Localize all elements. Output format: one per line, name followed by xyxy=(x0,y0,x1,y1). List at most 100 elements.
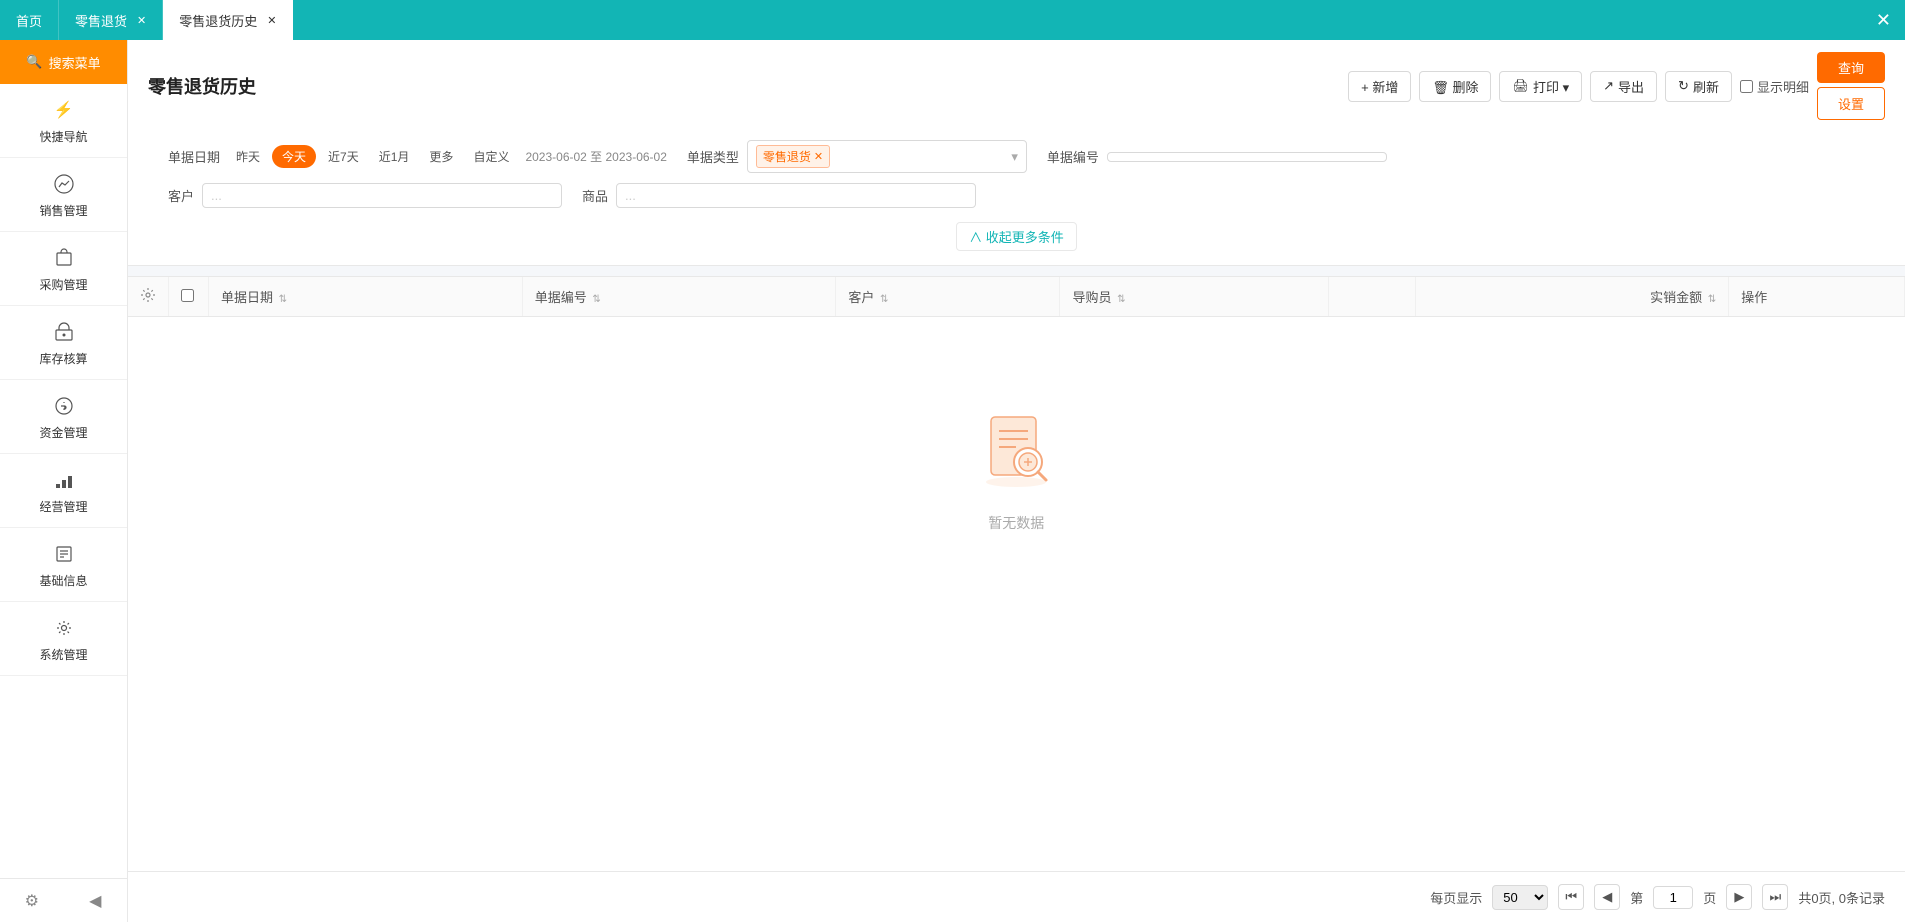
page-first-btn[interactable]: ⏮ xyxy=(1558,884,1584,910)
tab-retail-return-history-close[interactable]: ✕ xyxy=(267,14,276,27)
yesterday-btn[interactable]: 昨天 xyxy=(228,145,268,168)
th-guide[interactable]: 导购员 ⇅ xyxy=(1060,277,1329,317)
sidebar-item-sales[interactable]: 销售管理 xyxy=(0,158,127,232)
show-detail-checkbox[interactable]: 显示明细 xyxy=(1740,77,1809,96)
sidebar-settings-btn[interactable]: ⚙ xyxy=(0,879,64,922)
tab-retail-return-close[interactable]: ✕ xyxy=(137,14,146,27)
sidebar: 🔍 搜索菜单 ⚡ 快捷导航 销售管理 采购管理 库存核算 xyxy=(0,40,128,922)
collapse-filter-btn[interactable]: ∧ 收起更多条件 xyxy=(956,222,1077,251)
doc-type-tag-close[interactable]: ✕ xyxy=(814,150,823,163)
sidebar-item-basic-info[interactable]: 基础信息 xyxy=(0,528,127,602)
sidebar-item-sales-label: 销售管理 xyxy=(39,202,87,219)
th-spacer xyxy=(1329,277,1415,317)
th-guide-label: 导购员 xyxy=(1072,290,1111,305)
delete-btn[interactable]: 🗑 删除 xyxy=(1419,71,1491,102)
gear-icon: ⚙ xyxy=(25,891,39,911)
setting-btn[interactable]: 设置 xyxy=(1817,87,1885,120)
collapse-row: ∧ 收起更多条件 xyxy=(168,218,1865,255)
doc-no-filter-group: 单据编号 xyxy=(1047,147,1387,166)
page-title-row: 零售退货历史 + 新增 🗑 删除 🖨 🖨 打印 打印 ▾ ↗ 导出 ↻ xyxy=(148,52,1885,120)
customer-filter-group: 客户 ... xyxy=(168,183,562,208)
last7-btn[interactable]: 近7天 xyxy=(320,145,367,168)
th-checkbox[interactable] xyxy=(169,277,209,317)
customer-label: 客户 xyxy=(168,186,194,205)
top-tab-bar: 首页 零售退货 ✕ 零售退货历史 ✕ ✕ xyxy=(0,0,1905,40)
th-amount[interactable]: 实销金额 ⇅ xyxy=(1415,277,1729,317)
search-icon: 🔍 xyxy=(26,54,42,70)
sys-mgmt-icon xyxy=(50,614,78,642)
tab-home[interactable]: 首页 xyxy=(0,0,59,40)
sidebar-item-sys-mgmt-label: 系统管理 xyxy=(39,646,87,663)
sidebar-item-sys-mgmt[interactable]: 系统管理 xyxy=(0,602,127,676)
page-prev-btn[interactable]: ◀ xyxy=(1594,884,1620,910)
select-all-checkbox[interactable] xyxy=(181,289,194,302)
sales-icon xyxy=(50,170,78,198)
tab-retail-return[interactable]: 零售退货 ✕ xyxy=(59,0,163,40)
th-doc-date[interactable]: 单据日期 ⇅ xyxy=(209,277,523,317)
th-customer[interactable]: 客户 ⇅ xyxy=(836,277,1060,317)
custom-btn[interactable]: 自定义 xyxy=(465,145,517,168)
close-all-tabs-btn[interactable]: ✕ xyxy=(1862,0,1905,40)
tab-retail-return-history[interactable]: 零售退货历史 ✕ xyxy=(163,0,293,40)
show-detail-label: 显示明细 xyxy=(1757,77,1809,96)
doc-type-dropdown-icon: ▾ xyxy=(1011,149,1018,165)
filter-row-1: 单据日期 昨天 今天 近7天 近1月 更多 自定义 2023-06-02 至 2… xyxy=(168,140,1865,173)
per-page-select[interactable]: 50 10 20 100 xyxy=(1492,885,1548,910)
sort-doc-no-icon: ⇅ xyxy=(592,294,600,305)
goods-input[interactable]: ... xyxy=(616,183,976,208)
sidebar-search[interactable]: 🔍 搜索菜单 xyxy=(0,40,127,84)
sidebar-item-finance[interactable]: 资金管理 xyxy=(0,380,127,454)
page-next-btn[interactable]: ▶ xyxy=(1726,884,1752,910)
page-number-input[interactable] xyxy=(1653,886,1693,909)
date-filter-group: 单据日期 昨天 今天 近7天 近1月 更多 自定义 2023-06-02 至 2… xyxy=(168,145,667,168)
sidebar-item-basic-info-label: 基础信息 xyxy=(39,572,87,589)
show-detail-input[interactable] xyxy=(1740,80,1753,93)
table-header: 单据日期 ⇅ 单据编号 ⇅ 客户 ⇅ 导购员 ⇅ xyxy=(128,277,1905,317)
sidebar-item-operations[interactable]: 经营管理 xyxy=(0,454,127,528)
doc-no-label: 单据编号 xyxy=(1047,147,1099,166)
sidebar-item-purchase[interactable]: 采购管理 xyxy=(0,232,127,306)
th-setting[interactable] xyxy=(128,277,169,317)
data-table: 单据日期 ⇅ 单据编号 ⇅ 客户 ⇅ 导购员 ⇅ xyxy=(128,277,1905,613)
quick-nav-icon: ⚡ xyxy=(50,96,78,124)
th-doc-no[interactable]: 单据编号 ⇅ xyxy=(522,277,836,317)
customer-input[interactable]: ... xyxy=(202,183,562,208)
table-area: 单据日期 ⇅ 单据编号 ⇅ 客户 ⇅ 导购员 ⇅ xyxy=(128,276,1905,871)
doc-no-input[interactable] xyxy=(1107,152,1387,162)
main-layout: 🔍 搜索菜单 ⚡ 快捷导航 销售管理 采购管理 库存核算 xyxy=(0,40,1905,922)
th-action-label: 操作 xyxy=(1741,290,1767,305)
empty-state-cell: 暂无数据 xyxy=(128,317,1905,614)
date-range-display: 2023-06-02 至 2023-06-02 xyxy=(525,148,666,165)
goods-filter-group: 商品 ... xyxy=(582,183,976,208)
empty-state: 暂无数据 xyxy=(128,317,1905,613)
new-btn[interactable]: + 新增 xyxy=(1348,71,1411,102)
sort-doc-date-icon: ⇅ xyxy=(279,294,287,305)
sidebar-item-quick-nav[interactable]: ⚡ 快捷导航 xyxy=(0,84,127,158)
th-amount-label: 实销金额 xyxy=(1650,290,1702,305)
tab-retail-return-history-label: 零售退货历史 xyxy=(179,11,257,30)
filter-row-2: 客户 ... 商品 ... xyxy=(168,183,1865,208)
export-icon: ↗ xyxy=(1603,78,1614,94)
sidebar-collapse-btn[interactable]: ◀ xyxy=(64,879,128,922)
doc-type-label: 单据类型 xyxy=(687,147,739,166)
refresh-btn[interactable]: ↻ 刷新 xyxy=(1665,71,1732,102)
query-btn[interactable]: 查询 xyxy=(1817,52,1885,83)
doc-type-tag: 零售退货 ✕ xyxy=(756,145,830,168)
today-btn[interactable]: 今天 xyxy=(272,145,316,168)
export-btn[interactable]: ↗ 导出 xyxy=(1590,71,1657,102)
sidebar-item-inventory[interactable]: 库存核算 xyxy=(0,306,127,380)
more-btn[interactable]: 更多 xyxy=(421,145,461,168)
sort-guide-icon: ⇅ xyxy=(1117,294,1125,305)
page-title: 零售退货历史 xyxy=(148,73,256,99)
empty-illustration xyxy=(966,397,1066,497)
print-btn[interactable]: 🖨 🖨 打印 打印 ▾ xyxy=(1499,71,1582,102)
finance-icon xyxy=(50,392,78,420)
collapse-sidebar-icon: ◀ xyxy=(89,891,101,911)
page-last-btn[interactable]: ⏭ xyxy=(1762,884,1788,910)
page-header: 零售退货历史 + 新增 🗑 删除 🖨 🖨 打印 打印 ▾ ↗ 导出 ↻ xyxy=(128,40,1905,266)
page-label: 第 xyxy=(1630,888,1643,907)
doc-type-select[interactable]: 零售退货 ✕ ▾ xyxy=(747,140,1027,173)
sort-amount-icon: ⇅ xyxy=(1708,294,1716,305)
toolbar: + 新增 🗑 删除 🖨 🖨 打印 打印 ▾ ↗ 导出 ↻ 刷新 xyxy=(1348,52,1885,120)
last1m-btn[interactable]: 近1月 xyxy=(371,145,418,168)
